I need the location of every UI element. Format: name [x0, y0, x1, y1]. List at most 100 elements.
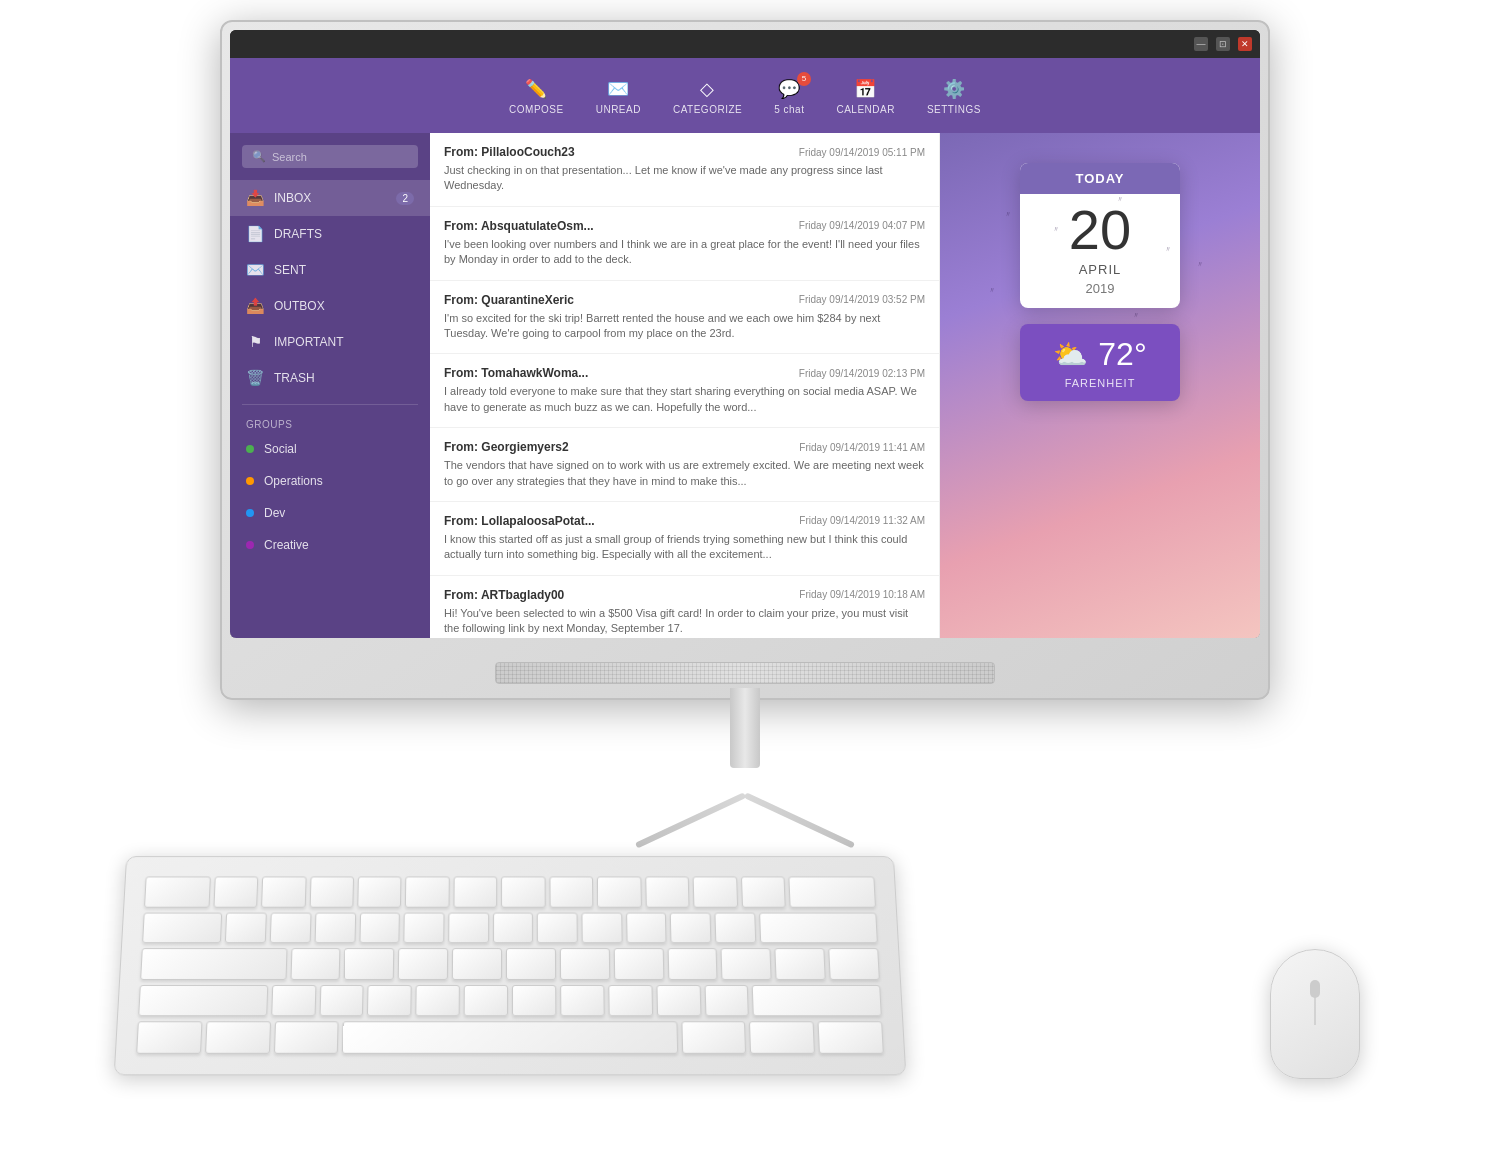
- key-q[interactable]: [225, 912, 267, 943]
- sidebar-item-trash[interactable]: 🗑️ TRASH: [230, 360, 430, 396]
- key-o[interactable]: [581, 912, 622, 943]
- key-comma[interactable]: [608, 985, 653, 1017]
- close-button[interactable]: ✕: [1238, 37, 1252, 51]
- key-8[interactable]: [549, 876, 593, 907]
- key-7[interactable]: [501, 876, 545, 907]
- sidebar-item-important[interactable]: ⚑ IMPORTANT: [230, 324, 430, 360]
- toolbar-settings[interactable]: ⚙️ SETTINGS: [927, 77, 981, 115]
- key-alt-r[interactable]: [681, 1022, 746, 1054]
- key-z[interactable]: [271, 985, 316, 1017]
- key-p[interactable]: [626, 912, 667, 943]
- key-ctrl-r[interactable]: [818, 1022, 884, 1054]
- key-m[interactable]: [560, 985, 604, 1017]
- sidebar-item-inbox[interactable]: 📥 INBOX 2: [230, 180, 430, 216]
- email-date-6: Friday 09/14/2019 11:32 AM: [799, 515, 925, 526]
- search-box[interactable]: 🔍: [242, 145, 418, 168]
- keyboard[interactable]: [114, 856, 907, 1075]
- key-u[interactable]: [493, 912, 534, 943]
- key-b[interactable]: [464, 985, 508, 1017]
- sidebar-item-social[interactable]: Social: [230, 433, 430, 465]
- key-win[interactable]: [205, 1022, 271, 1054]
- stand-base: [595, 758, 895, 798]
- key-j[interactable]: [613, 948, 663, 979]
- key-a[interactable]: [290, 948, 341, 979]
- key-e[interactable]: [314, 912, 355, 943]
- key-i[interactable]: [537, 912, 578, 943]
- unread-label: UNREAD: [596, 104, 641, 115]
- key-menu[interactable]: [749, 1022, 815, 1054]
- maximize-button[interactable]: ⊡: [1216, 37, 1230, 51]
- key-6[interactable]: [453, 876, 497, 907]
- key-s[interactable]: [344, 948, 395, 979]
- email-item-3[interactable]: From: QuarantineXeric Friday 09/14/2019 …: [430, 281, 939, 355]
- creative-dot: [246, 541, 254, 549]
- sidebar-item-sent[interactable]: ✉️ SENT: [230, 252, 430, 288]
- key-row-2: [142, 912, 878, 943]
- key-semi[interactable]: [775, 948, 826, 979]
- key-backspace[interactable]: [789, 876, 876, 907]
- stand-neck: [730, 688, 760, 768]
- key-r[interactable]: [359, 912, 400, 943]
- key-v[interactable]: [416, 985, 460, 1017]
- toolbar-chat[interactable]: 💬 5 5 chat: [774, 77, 804, 115]
- email-preview-5: The vendors that have signed on to work …: [444, 458, 925, 489]
- key-c[interactable]: [367, 985, 412, 1017]
- key-fn[interactable]: [144, 876, 210, 907]
- key-t[interactable]: [404, 912, 445, 943]
- email-item-2[interactable]: From: AbsquatulateOsm... Friday 09/14/20…: [430, 207, 939, 281]
- key-bracket-l[interactable]: [670, 912, 711, 943]
- key-2[interactable]: [261, 876, 306, 907]
- key-n[interactable]: [512, 985, 556, 1017]
- key-f[interactable]: [452, 948, 502, 979]
- cal-year: 2019: [1020, 281, 1180, 308]
- key-4[interactable]: [357, 876, 402, 907]
- email-item-7[interactable]: From: ARTbaglady00 Friday 09/14/2019 10:…: [430, 576, 939, 638]
- email-item-6[interactable]: From: LollapaloosaPotat... Friday 09/14/…: [430, 502, 939, 576]
- key-ctrl[interactable]: [136, 1022, 202, 1054]
- toolbar-compose[interactable]: ✏️ COMPOSE: [509, 77, 564, 115]
- toolbar-categorize[interactable]: ◇ CATEGORIZE: [673, 77, 742, 115]
- key-x[interactable]: [319, 985, 364, 1017]
- sidebar-item-operations[interactable]: Operations: [230, 465, 430, 497]
- drafts-label: DRAFTS: [274, 227, 322, 241]
- key-caps[interactable]: [140, 948, 287, 979]
- key-12[interactable]: [741, 876, 786, 907]
- key-3[interactable]: [309, 876, 354, 907]
- toolbar-unread[interactable]: ✉️ UNREAD: [596, 77, 641, 115]
- key-slash[interactable]: [704, 985, 749, 1017]
- email-item-4[interactable]: From: TomahawkWoma... Friday 09/14/2019 …: [430, 354, 939, 428]
- mouse-scroll-wheel[interactable]: [1310, 980, 1320, 998]
- key-10[interactable]: [645, 876, 690, 907]
- email-item-1[interactable]: From: PillalooCouch23 Friday 09/14/2019 …: [430, 133, 939, 207]
- toolbar-calendar[interactable]: 📅 CALENDAR: [836, 77, 894, 115]
- key-l[interactable]: [721, 948, 772, 979]
- key-space[interactable]: [342, 1022, 678, 1054]
- key-enter[interactable]: [759, 912, 878, 943]
- key-alt-l[interactable]: [273, 1022, 338, 1054]
- key-quote[interactable]: [828, 948, 879, 979]
- sidebar-item-creative[interactable]: Creative: [230, 529, 430, 561]
- mouse[interactable]: [1270, 949, 1360, 1079]
- minimize-button[interactable]: —: [1194, 37, 1208, 51]
- key-d[interactable]: [398, 948, 448, 979]
- key-1[interactable]: [213, 876, 258, 907]
- email-item-5[interactable]: From: Georgiemyers2 Friday 09/14/2019 11…: [430, 428, 939, 502]
- key-h[interactable]: [560, 948, 610, 979]
- key-11[interactable]: [693, 876, 738, 907]
- sidebar-item-outbox[interactable]: 📤 OUTBOX: [230, 288, 430, 324]
- sidebar-item-drafts[interactable]: 📄 DRAFTS: [230, 216, 430, 252]
- sidebar-item-dev[interactable]: Dev: [230, 497, 430, 529]
- key-g[interactable]: [506, 948, 556, 979]
- search-input[interactable]: [272, 151, 408, 163]
- key-shift-l[interactable]: [138, 985, 268, 1017]
- key-tab[interactable]: [142, 912, 222, 943]
- key-period[interactable]: [656, 985, 701, 1017]
- key-k[interactable]: [667, 948, 718, 979]
- key-9[interactable]: [597, 876, 641, 907]
- bird-6: 〃: [1196, 259, 1204, 270]
- key-w[interactable]: [270, 912, 311, 943]
- key-5[interactable]: [405, 876, 449, 907]
- key-bracket-r[interactable]: [715, 912, 757, 943]
- key-shift-r[interactable]: [752, 985, 882, 1017]
- key-y[interactable]: [448, 912, 489, 943]
